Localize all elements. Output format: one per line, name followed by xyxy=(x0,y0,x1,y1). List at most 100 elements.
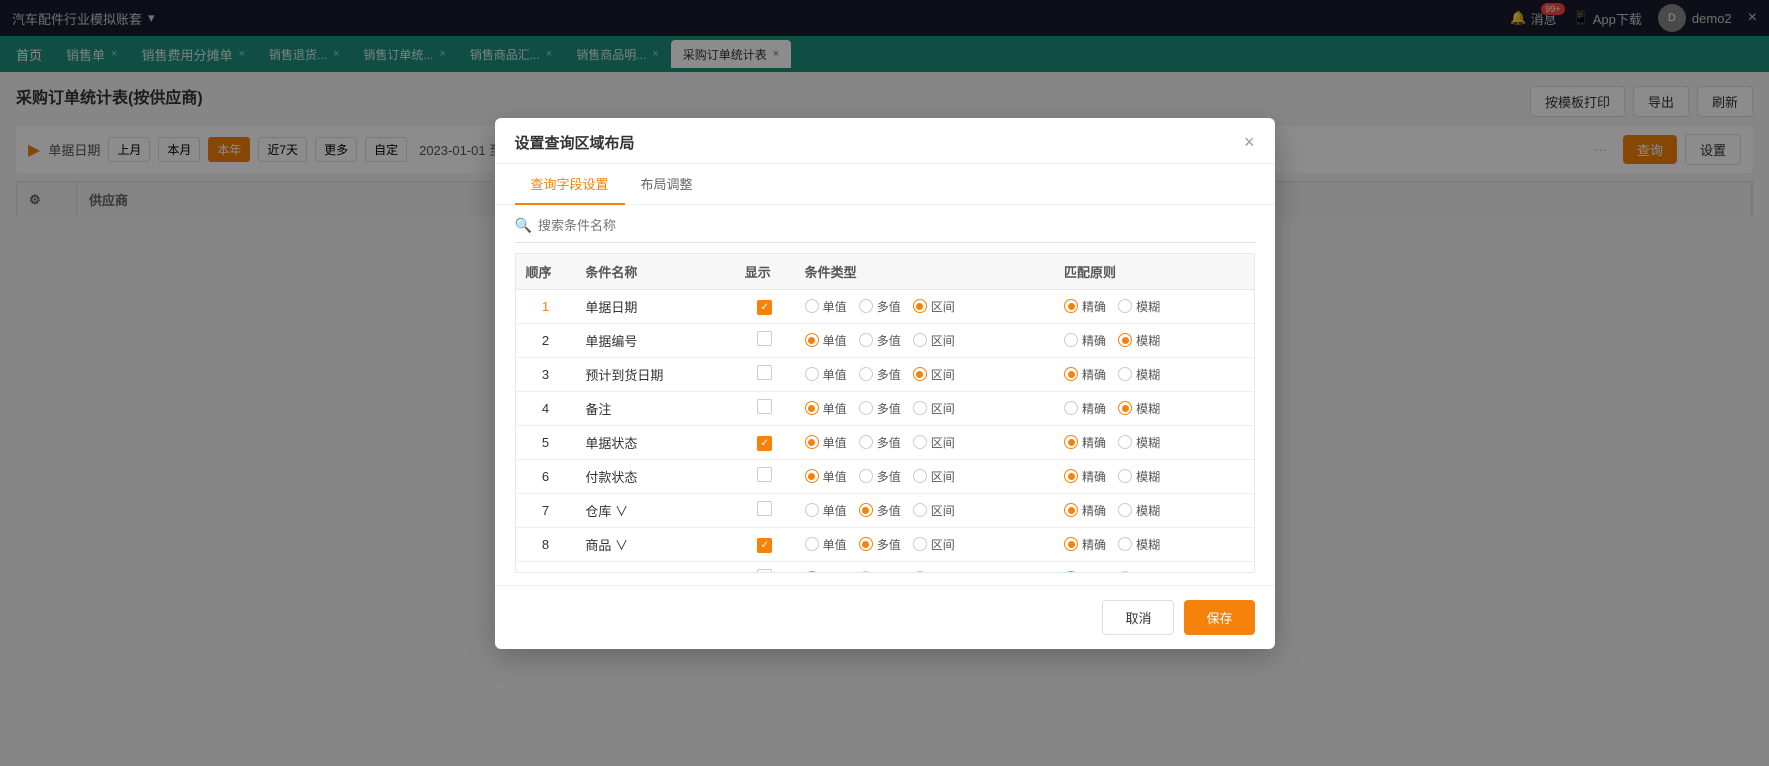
match-fuzzy-radio[interactable]: 模糊 xyxy=(1118,536,1160,553)
cell-match: 精确 模糊 xyxy=(1054,527,1253,561)
cell-display[interactable] xyxy=(735,391,795,425)
type-single-label: 单值 xyxy=(823,332,847,349)
match-precise-radio-circle xyxy=(1064,333,1078,347)
table-row: 1 单据日期 单值 多值 区间 xyxy=(516,289,1254,323)
type-single-radio[interactable]: 单值 xyxy=(805,468,847,485)
table-row: 9 属性 ∨ 单值 多值 区间 xyxy=(516,561,1254,573)
match-fuzzy-label: 模糊 xyxy=(1136,536,1160,553)
cell-display[interactable] xyxy=(735,323,795,357)
type-single-radio[interactable]: 单值 xyxy=(805,298,847,315)
match-precise-radio[interactable]: 精确 xyxy=(1064,400,1106,417)
match-fuzzy-radio[interactable]: 模糊 xyxy=(1118,400,1160,417)
display-checkbox[interactable] xyxy=(757,501,772,516)
match-fuzzy-radio-circle xyxy=(1118,401,1132,415)
type-multi-radio[interactable]: 多值 xyxy=(859,536,901,553)
type-range-radio[interactable]: 区间 xyxy=(913,298,955,315)
type-range-radio[interactable]: 区间 xyxy=(913,434,955,451)
match-precise-radio[interactable]: 精确 xyxy=(1064,570,1106,573)
type-range-label: 区间 xyxy=(931,298,955,315)
match-fuzzy-radio[interactable]: 模糊 xyxy=(1118,570,1160,573)
type-multi-radio-circle xyxy=(859,401,873,415)
type-multi-radio[interactable]: 多值 xyxy=(859,332,901,349)
type-range-radio[interactable]: 区间 xyxy=(913,536,955,553)
save-button[interactable]: 保存 xyxy=(1184,600,1254,635)
display-checkbox[interactable] xyxy=(757,436,772,451)
dialog-header: 设置查询区域布局 × xyxy=(495,118,1275,164)
type-single-label: 单值 xyxy=(823,468,847,485)
type-single-radio[interactable]: 单值 xyxy=(805,366,847,383)
tab-layout-adjust-label: 布局调整 xyxy=(641,177,693,192)
type-single-radio-circle xyxy=(805,435,819,449)
match-precise-radio[interactable]: 精确 xyxy=(1064,468,1106,485)
type-single-radio[interactable]: 单值 xyxy=(805,502,847,519)
match-fuzzy-label: 模糊 xyxy=(1136,332,1160,349)
type-range-radio[interactable]: 区间 xyxy=(913,570,955,573)
cell-display[interactable] xyxy=(735,459,795,493)
match-precise-label: 精确 xyxy=(1082,536,1106,553)
type-range-radio[interactable]: 区间 xyxy=(913,502,955,519)
match-fuzzy-radio-circle xyxy=(1118,333,1132,347)
type-multi-radio[interactable]: 多值 xyxy=(859,502,901,519)
cell-display[interactable] xyxy=(735,527,795,561)
match-precise-radio[interactable]: 精确 xyxy=(1064,502,1106,519)
dialog-close-button[interactable]: × xyxy=(1244,133,1255,151)
type-multi-radio[interactable]: 多值 xyxy=(859,434,901,451)
display-checkbox[interactable] xyxy=(757,569,772,573)
match-precise-radio[interactable]: 精确 xyxy=(1064,332,1106,349)
cell-display[interactable] xyxy=(735,357,795,391)
conditions-table-scroll: 顺序 条件名称 显示 条件类型 匹配原则 1 单据日期 xyxy=(515,253,1255,573)
match-precise-radio-circle xyxy=(1064,571,1078,573)
type-range-radio-circle xyxy=(913,537,927,551)
match-fuzzy-radio[interactable]: 模糊 xyxy=(1118,502,1160,519)
cancel-button[interactable]: 取消 xyxy=(1102,600,1174,635)
search-input[interactable] xyxy=(538,218,738,233)
tab-layout-adjust[interactable]: 布局调整 xyxy=(625,164,709,205)
cell-order: 7 xyxy=(516,493,576,527)
type-range-radio-circle xyxy=(913,571,927,573)
cell-name: 属性 ∨ xyxy=(575,561,734,573)
type-single-radio[interactable]: 单值 xyxy=(805,400,847,417)
type-multi-radio[interactable]: 多值 xyxy=(859,400,901,417)
type-range-radio[interactable]: 区间 xyxy=(913,332,955,349)
type-range-radio[interactable]: 区间 xyxy=(913,366,955,383)
tab-field-settings[interactable]: 查询字段设置 xyxy=(515,164,625,205)
type-multi-radio-circle xyxy=(859,299,873,313)
type-single-label: 单值 xyxy=(823,570,847,573)
match-fuzzy-radio[interactable]: 模糊 xyxy=(1118,468,1160,485)
display-checkbox[interactable] xyxy=(757,331,772,346)
cell-match: 精确 模糊 xyxy=(1054,323,1253,357)
display-checkbox[interactable] xyxy=(757,399,772,414)
display-checkbox[interactable] xyxy=(757,300,772,315)
cell-display[interactable] xyxy=(735,425,795,459)
type-multi-radio[interactable]: 多值 xyxy=(859,366,901,383)
type-single-radio[interactable]: 单值 xyxy=(805,536,847,553)
match-fuzzy-radio[interactable]: 模糊 xyxy=(1118,298,1160,315)
match-precise-radio[interactable]: 精确 xyxy=(1064,434,1106,451)
match-fuzzy-radio[interactable]: 模糊 xyxy=(1118,332,1160,349)
match-fuzzy-label: 模糊 xyxy=(1136,434,1160,451)
match-fuzzy-radio[interactable]: 模糊 xyxy=(1118,366,1160,383)
cell-display[interactable] xyxy=(735,493,795,527)
display-checkbox[interactable] xyxy=(757,365,772,380)
match-precise-radio[interactable]: 精确 xyxy=(1064,366,1106,383)
type-single-radio[interactable]: 单值 xyxy=(805,570,847,573)
cell-display[interactable] xyxy=(735,289,795,323)
type-multi-radio[interactable]: 多值 xyxy=(859,570,901,573)
match-precise-label: 精确 xyxy=(1082,332,1106,349)
cell-display[interactable] xyxy=(735,561,795,573)
match-fuzzy-label: 模糊 xyxy=(1136,298,1160,315)
type-range-radio[interactable]: 区间 xyxy=(913,468,955,485)
type-range-radio[interactable]: 区间 xyxy=(913,400,955,417)
cell-type: 单值 多值 区间 xyxy=(795,425,1054,459)
type-single-radio[interactable]: 单值 xyxy=(805,434,847,451)
match-precise-radio[interactable]: 精确 xyxy=(1064,298,1106,315)
display-checkbox[interactable] xyxy=(757,538,772,553)
type-single-radio[interactable]: 单值 xyxy=(805,332,847,349)
display-checkbox[interactable] xyxy=(757,467,772,482)
type-multi-radio[interactable]: 多值 xyxy=(859,468,901,485)
match-precise-radio[interactable]: 精确 xyxy=(1064,536,1106,553)
match-fuzzy-label: 模糊 xyxy=(1136,502,1160,519)
type-multi-radio[interactable]: 多值 xyxy=(859,298,901,315)
match-fuzzy-label: 模糊 xyxy=(1136,570,1160,573)
match-fuzzy-radio[interactable]: 模糊 xyxy=(1118,434,1160,451)
